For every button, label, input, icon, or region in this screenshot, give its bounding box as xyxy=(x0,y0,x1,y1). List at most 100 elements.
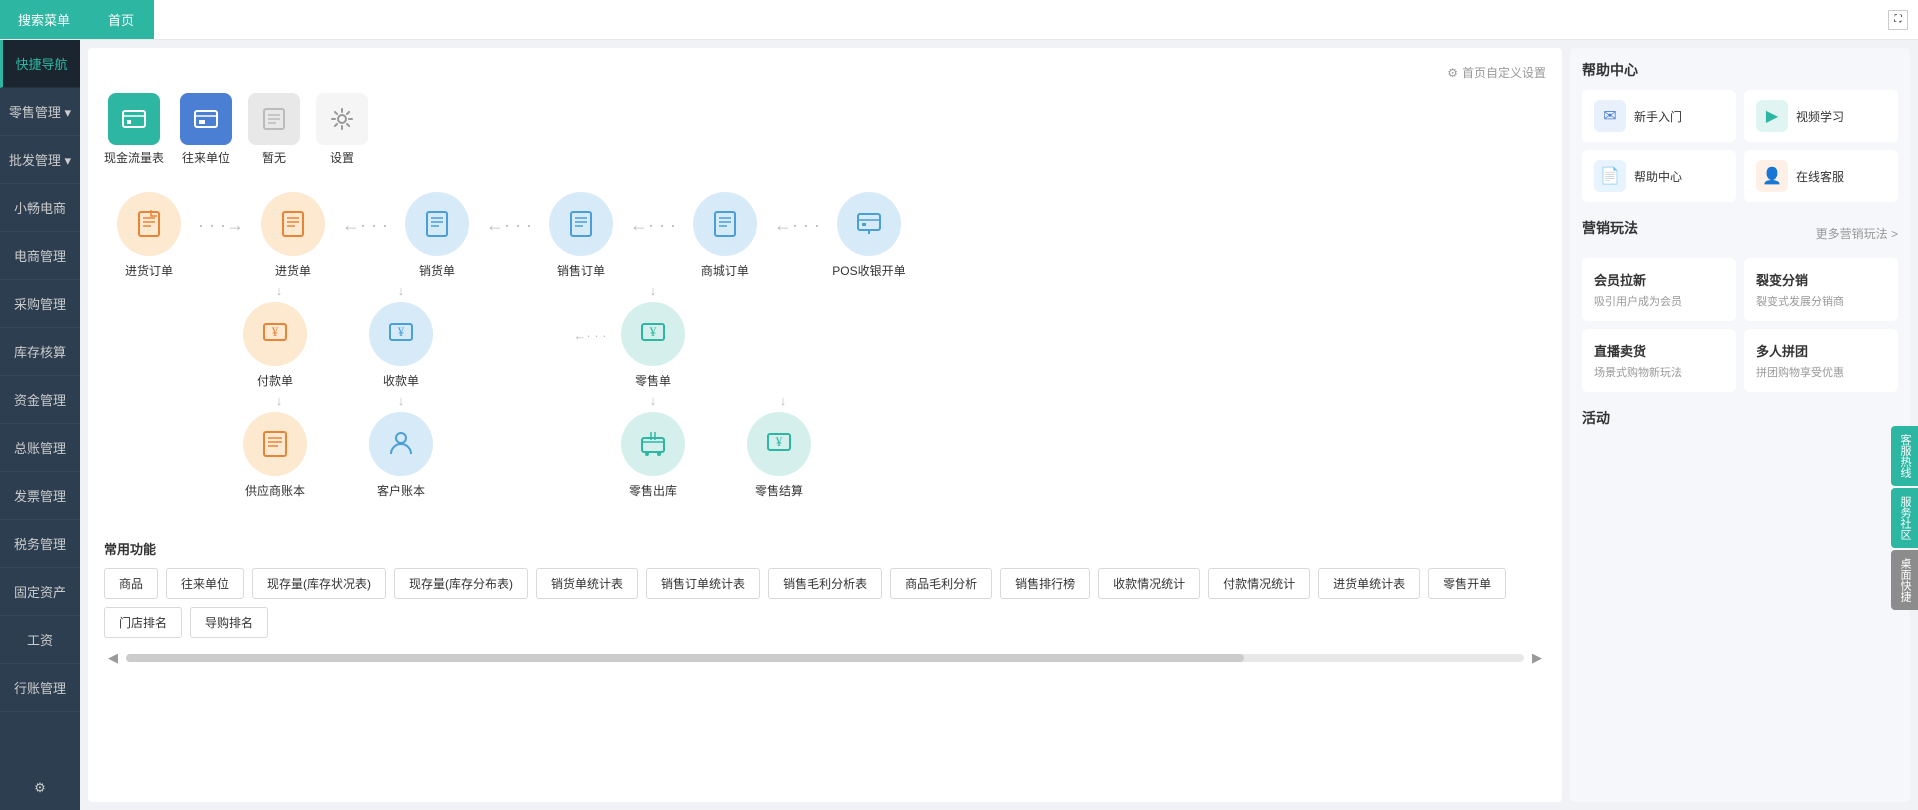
marketing-item-fission[interactable]: 裂变分销 裂变式发展分销商 xyxy=(1744,258,1898,321)
flow-node-retail-settlement[interactable]: ¥ 零售结算 xyxy=(734,412,824,499)
flow-node-purchase-bill[interactable]: 进货单 xyxy=(248,192,338,279)
v-arrow-retail-settle: ↓ xyxy=(734,393,824,408)
quick-icon-partner[interactable]: 往来单位 xyxy=(180,93,232,166)
marketing-item-group[interactable]: 多人拼团 拼团购物享受优惠 xyxy=(1744,329,1898,392)
sidebar-item-ecommerce[interactable]: 电商管理 xyxy=(0,232,80,280)
partner-icon-box xyxy=(180,93,232,145)
help-item-beginner[interactable]: ✉ 新手入门 xyxy=(1582,90,1736,142)
quick-icon-settings[interactable]: 设置 xyxy=(316,93,368,166)
func-btn-gross-profit[interactable]: 销售毛利分析表 xyxy=(768,568,882,599)
home-tab[interactable]: 首页 xyxy=(88,0,154,39)
sidebar-label: 库存核算 xyxy=(14,342,66,361)
func-btn-sales-order-stat[interactable]: 销售订单统计表 xyxy=(646,568,760,599)
sidebar-item-small-commerce[interactable]: 小畅电商 xyxy=(0,184,80,232)
sidebar-item-finance[interactable]: 资金管理 xyxy=(0,376,80,424)
flow-node-purchase-order[interactable]: 进货订单 xyxy=(104,192,194,279)
flow-node-mall-order[interactable]: 商城订单 xyxy=(680,192,770,279)
func-btn-payment-stat[interactable]: 付款情况统计 xyxy=(1208,568,1310,599)
func-btn-goods[interactable]: 商品 xyxy=(104,568,158,599)
group-desc: 拼团购物享受优惠 xyxy=(1756,364,1886,380)
sidebar-item-more[interactable]: 行账管理 xyxy=(0,664,80,712)
scroll-right[interactable]: ▶ xyxy=(1528,650,1546,666)
main-content: ⚙ 首页自定义设置 现金流量表 往来单位 xyxy=(80,40,1918,810)
flow-node-supplier[interactable]: 供应商账本 xyxy=(230,412,320,499)
float-btn-desktop[interactable]: 桌面快捷 xyxy=(1891,550,1918,610)
flow-node-payment[interactable]: ¥ 付款单 xyxy=(230,302,320,389)
home-customize[interactable]: ⚙ 首页自定义设置 xyxy=(104,64,1546,81)
func-btn-inventory1[interactable]: 现存量(库存状况表) xyxy=(252,568,386,599)
sidebar-item-ledger[interactable]: 总账管理 xyxy=(0,424,80,472)
sidebar-bottom: ⚙ xyxy=(0,766,80,810)
help-item-helpcenter[interactable]: 📄 帮助中心 xyxy=(1582,150,1736,202)
sidebar-item-retail-mgmt[interactable]: 零售管理 ▾ xyxy=(0,88,80,136)
sidebar-label: 电商管理 xyxy=(14,246,66,265)
sidebar-item-wholesale-mgmt[interactable]: 批发管理 ▾ xyxy=(0,136,80,184)
none-label: 暂无 xyxy=(262,149,286,166)
flow-node-retail-outbound[interactable]: 零售出库 xyxy=(608,412,698,499)
quick-nav-panel: ⚙ 首页自定义设置 现金流量表 往来单位 xyxy=(88,48,1562,802)
sidebar-item-tax[interactable]: 税务管理 xyxy=(0,520,80,568)
sidebar-item-purchase[interactable]: 采购管理 xyxy=(0,280,80,328)
marketing-item-member[interactable]: 会员拉新 吸引用户成为会员 xyxy=(1582,258,1736,321)
retail-outbound-icon xyxy=(621,412,685,476)
flow-node-sales-order[interactable]: 销售订单 xyxy=(536,192,626,279)
activity-title: 活动 xyxy=(1582,408,1898,428)
flow-diagram: 进货订单 · · ·→ 进货单 ←· · · xyxy=(104,182,1546,523)
member-title: 会员拉新 xyxy=(1594,270,1724,289)
sidebar-item-invoice[interactable]: 发票管理 xyxy=(0,472,80,520)
common-functions-title: 常用功能 xyxy=(104,539,1546,558)
help-item-video[interactable]: ▶ 视频学习 xyxy=(1744,90,1898,142)
float-btn-community[interactable]: 服务社区 xyxy=(1891,488,1918,548)
quick-icon-none[interactable]: 暂无 xyxy=(248,93,300,166)
flow-node-receipt[interactable]: ¥ 收款单 xyxy=(356,302,446,389)
cash-flow-icon-box xyxy=(108,93,160,145)
sidebar-settings[interactable]: ⚙ xyxy=(0,766,80,810)
flow-node-retail-bill[interactable]: ¥ 零售单 xyxy=(608,302,698,389)
func-btn-goods-profit[interactable]: 商品毛利分析 xyxy=(890,568,992,599)
sidebar: 快捷导航 零售管理 ▾ 批发管理 ▾ 小畅电商 电商管理 采购管理 库存核算 资… xyxy=(0,40,80,810)
func-btn-guide-rank[interactable]: 导购排名 xyxy=(190,607,268,638)
scroll-left[interactable]: ◀ xyxy=(104,650,122,666)
sidebar-item-inventory[interactable]: 库存核算 xyxy=(0,328,80,376)
spacer xyxy=(446,393,482,408)
func-btn-retail-order[interactable]: 零售开单 xyxy=(1428,568,1506,599)
flow-node-customer[interactable]: 客户账本 xyxy=(356,412,446,499)
gear-icon: ⚙ xyxy=(1447,66,1458,80)
v-arrow-retail-bill: ↓ xyxy=(608,393,698,408)
func-btn-receipt-stat[interactable]: 收款情况统计 xyxy=(1098,568,1200,599)
live-title: 直播卖货 xyxy=(1594,341,1724,360)
none-icon-box xyxy=(248,93,300,145)
mall-order-label: 商城订单 xyxy=(701,262,749,279)
func-btn-purchase-stat[interactable]: 进货单统计表 xyxy=(1318,568,1420,599)
float-btn-customer-service[interactable]: 客服热线 xyxy=(1891,426,1918,486)
receipt-label: 收款单 xyxy=(383,372,419,389)
sidebar-item-fixed-assets[interactable]: 固定资产 xyxy=(0,568,80,616)
purchase-order-icon xyxy=(117,192,181,256)
sidebar-item-salary[interactable]: 工资 xyxy=(0,616,80,664)
marketing-item-live[interactable]: 直播卖货 场景式购物新玩法 xyxy=(1582,329,1736,392)
arrow-left-1: ←· · · xyxy=(342,215,388,256)
func-btn-partner[interactable]: 往来单位 xyxy=(166,568,244,599)
top-bar: 搜索菜单 首页 ⛶ xyxy=(0,0,1918,40)
sidebar-item-quick-nav[interactable]: 快捷导航 xyxy=(0,40,80,88)
func-btn-sales-stat[interactable]: 销货单统计表 xyxy=(536,568,638,599)
top-right: ⛶ xyxy=(1888,10,1918,30)
help-item-online-service[interactable]: 👤 在线客服 xyxy=(1744,150,1898,202)
sidebar-label: 固定资产 xyxy=(14,582,66,601)
flow-node-pos[interactable]: POS收银开单 xyxy=(824,192,914,279)
retail-bill-label: 零售单 xyxy=(635,372,671,389)
svg-text:¥: ¥ xyxy=(650,324,657,339)
scroll-bar-container[interactable] xyxy=(126,654,1524,662)
func-btn-store-rank[interactable]: 门店排名 xyxy=(104,607,182,638)
fullscreen-button[interactable]: ⛶ xyxy=(1888,10,1908,30)
sidebar-label: 采购管理 xyxy=(14,294,66,313)
more-marketing-link[interactable]: 更多营销玩法 > xyxy=(1816,225,1898,242)
flow-node-sales-bill[interactable]: 销货单 xyxy=(392,192,482,279)
pos-icon xyxy=(837,192,901,256)
func-btn-sales-rank[interactable]: 销售排行榜 xyxy=(1000,568,1090,599)
help-grid: ✉ 新手入门 ▶ 视频学习 📄 帮助中心 👤 在线客服 xyxy=(1582,90,1898,202)
search-menu[interactable]: 搜索菜单 xyxy=(0,0,88,39)
quick-icon-cash-flow[interactable]: 现金流量表 xyxy=(104,93,164,166)
help-center-title: 帮助中心 xyxy=(1582,60,1898,80)
func-btn-inventory2[interactable]: 现存量(库存分布表) xyxy=(394,568,528,599)
